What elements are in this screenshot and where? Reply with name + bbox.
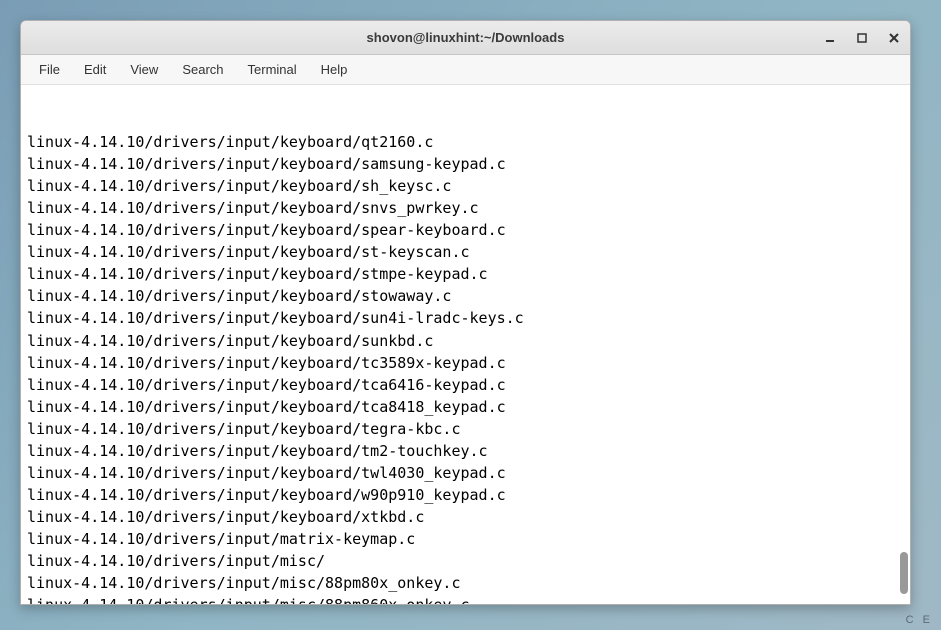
terminal-line: linux-4.14.10/drivers/input/keyboard/sam… <box>27 153 904 175</box>
terminal-line: linux-4.14.10/drivers/input/keyboard/teg… <box>27 418 904 440</box>
terminal-line: linux-4.14.10/drivers/input/keyboard/stm… <box>27 263 904 285</box>
window-title: shovon@linuxhint:~/Downloads <box>367 30 565 45</box>
terminal-line: linux-4.14.10/drivers/input/keyboard/qt2… <box>27 131 904 153</box>
terminal-line: linux-4.14.10/drivers/input/keyboard/w90… <box>27 484 904 506</box>
window-controls <box>820 28 904 48</box>
terminal-line: linux-4.14.10/drivers/input/keyboard/sun… <box>27 330 904 352</box>
close-button[interactable] <box>884 28 904 48</box>
terminal-line: linux-4.14.10/drivers/input/matrix-keyma… <box>27 528 904 550</box>
terminal-line: linux-4.14.10/drivers/input/keyboard/tca… <box>27 396 904 418</box>
menu-search[interactable]: Search <box>170 58 235 81</box>
menu-edit[interactable]: Edit <box>72 58 118 81</box>
terminal-window: shovon@linuxhint:~/Downloads File Edit V… <box>20 20 911 605</box>
terminal-line: linux-4.14.10/drivers/input/keyboard/spe… <box>27 219 904 241</box>
menubar: File Edit View Search Terminal Help <box>21 55 910 85</box>
terminal-line: linux-4.14.10/drivers/input/keyboard/xtk… <box>27 506 904 528</box>
terminal-line: linux-4.14.10/drivers/input/misc/88pm860… <box>27 594 904 604</box>
terminal-line: linux-4.14.10/drivers/input/misc/88pm80x… <box>27 572 904 594</box>
maximize-icon <box>857 33 867 43</box>
terminal-line: linux-4.14.10/drivers/input/keyboard/sun… <box>27 307 904 329</box>
terminal-line: linux-4.14.10/drivers/input/keyboard/st-… <box>27 241 904 263</box>
maximize-button[interactable] <box>852 28 872 48</box>
terminal-line: linux-4.14.10/drivers/input/keyboard/twl… <box>27 462 904 484</box>
minimize-icon <box>825 33 835 43</box>
terminal-line: linux-4.14.10/drivers/input/keyboard/sto… <box>27 285 904 307</box>
minimize-button[interactable] <box>820 28 840 48</box>
terminal-content[interactable]: linux-4.14.10/drivers/input/keyboard/qt2… <box>21 85 910 604</box>
menu-view[interactable]: View <box>118 58 170 81</box>
terminal-line: linux-4.14.10/drivers/input/keyboard/sh_… <box>27 175 904 197</box>
menu-help[interactable]: Help <box>309 58 360 81</box>
close-icon <box>889 33 899 43</box>
terminal-line: linux-4.14.10/drivers/input/misc/ <box>27 550 904 572</box>
menu-terminal[interactable]: Terminal <box>236 58 309 81</box>
menu-file[interactable]: File <box>27 58 72 81</box>
terminal-line: linux-4.14.10/drivers/input/keyboard/tm2… <box>27 440 904 462</box>
scrollbar[interactable] <box>900 85 908 602</box>
terminal-line: linux-4.14.10/drivers/input/keyboard/tca… <box>27 374 904 396</box>
desktop-indicator: C E <box>906 614 933 626</box>
titlebar[interactable]: shovon@linuxhint:~/Downloads <box>21 21 910 55</box>
terminal-line: linux-4.14.10/drivers/input/keyboard/snv… <box>27 197 904 219</box>
scrollbar-thumb[interactable] <box>900 552 908 594</box>
terminal-line: linux-4.14.10/drivers/input/keyboard/tc3… <box>27 352 904 374</box>
